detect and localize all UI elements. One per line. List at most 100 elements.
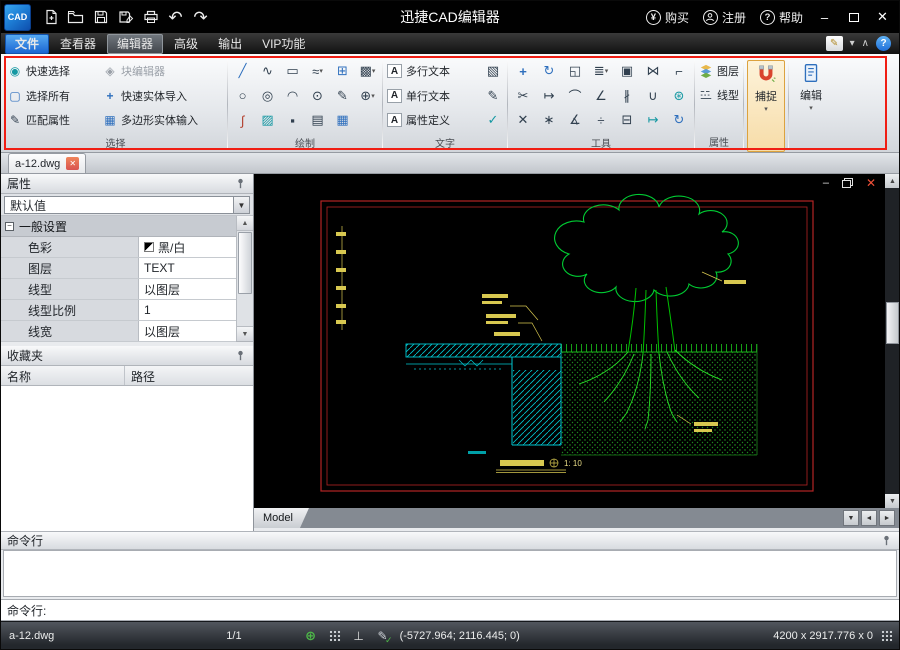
save-button[interactable] xyxy=(88,4,113,30)
grid-toggle-icon[interactable] xyxy=(328,629,342,643)
donut-icon[interactable]: ⊙ xyxy=(306,86,330,106)
sketch-icon[interactable]: ✎ xyxy=(331,86,355,106)
scale-icon[interactable]: ◱ xyxy=(563,61,587,81)
register-button[interactable]: 注册 xyxy=(697,9,752,26)
offset-icon[interactable]: ⌐ xyxy=(667,61,691,81)
menu-editor[interactable]: 编辑器 xyxy=(107,33,164,54)
new-file-button[interactable] xyxy=(38,4,63,30)
favorites-path-column[interactable]: 路径 xyxy=(125,366,253,385)
multiline-icon[interactable]: ▤ xyxy=(306,110,330,130)
table-icon[interactable]: ▦ xyxy=(331,110,355,130)
snap-button[interactable]: 捕捉 ▾ xyxy=(747,60,785,152)
doc-minimize-icon[interactable]: – xyxy=(823,177,829,189)
close-button[interactable]: ✕ xyxy=(869,5,896,29)
extend-icon[interactable]: ↦ xyxy=(537,86,561,106)
scrollbar-thumb[interactable] xyxy=(886,302,899,344)
canvas-vertical-scrollbar[interactable]: ▲ ▼ xyxy=(885,174,899,508)
measure-icon[interactable]: ∡ xyxy=(563,110,587,130)
arc-icon[interactable]: ◠ xyxy=(281,86,305,106)
insert-block-icon[interactable]: ⊞ xyxy=(331,61,355,81)
command-history-area[interactable] xyxy=(3,550,897,597)
layout-list-dropdown-icon[interactable]: ▼ xyxy=(843,510,859,526)
spline-icon[interactable]: ≈ ▾ xyxy=(306,61,330,81)
menu-advanced[interactable]: 高级 xyxy=(165,35,207,53)
pin-icon[interactable] xyxy=(233,177,247,191)
point-icon[interactable]: ▪ xyxy=(281,110,305,130)
explode-icon[interactable]: ∗ xyxy=(537,110,561,130)
property-value[interactable]: 以图层 xyxy=(139,321,236,341)
doc-restore-icon[interactable] xyxy=(841,178,853,188)
property-value[interactable]: 1 xyxy=(139,300,236,320)
favorites-empty-area[interactable] xyxy=(1,386,253,531)
polygon-entity-input-button[interactable]: ▦ 多边形实体输入 xyxy=(101,110,225,130)
property-grid-scrollbar[interactable]: ▲ ▼ xyxy=(236,216,253,341)
maximize-button[interactable] xyxy=(840,5,867,29)
more-draw-icon[interactable]: ⊕ ▾ xyxy=(356,86,380,106)
scroll-down-icon[interactable]: ▼ xyxy=(885,494,899,508)
break-icon[interactable]: ∦ xyxy=(615,86,639,106)
property-section-header[interactable]: − 一般设置 xyxy=(1,216,236,237)
menu-vip[interactable]: VIP功能 xyxy=(253,35,314,53)
property-value[interactable]: TEXT xyxy=(139,258,236,278)
print-button[interactable] xyxy=(138,4,163,30)
collapse-ribbon-icon[interactable]: ∧ xyxy=(862,38,869,49)
array-icon[interactable]: ≣ ▾ xyxy=(589,61,613,81)
hatch-pattern-icon[interactable]: ▩ ▾ xyxy=(356,61,380,81)
ungroup-icon[interactable]: ⊟ xyxy=(615,110,639,130)
revision-cloud-icon[interactable]: ∫ xyxy=(231,110,255,130)
preset-combobox[interactable]: 默认值 ▼ xyxy=(4,196,250,214)
update-icon[interactable]: ↻ xyxy=(667,110,691,130)
save-as-button[interactable] xyxy=(113,4,138,30)
rectangle-icon[interactable]: ▭ xyxy=(281,61,305,81)
property-value[interactable]: 黑/白 xyxy=(139,237,236,257)
favorites-name-column[interactable]: 名称 xyxy=(1,366,125,385)
menu-viewer[interactable]: 查看器 xyxy=(51,35,105,53)
menu-file[interactable]: 文件 xyxy=(5,33,50,54)
align-icon[interactable]: ↦ xyxy=(641,110,665,130)
scroll-right-icon[interactable]: ► xyxy=(879,510,895,526)
help-button[interactable]: ? 帮助 xyxy=(754,9,809,26)
fillet-icon[interactable]: ⌒ xyxy=(563,86,587,106)
linetype-button[interactable]: 线型 xyxy=(697,85,741,105)
scroll-up-icon[interactable]: ▲ xyxy=(237,216,253,231)
redo-button[interactable]: ↷ xyxy=(188,4,213,30)
edit-button[interactable]: 编辑 ▾ xyxy=(792,60,830,152)
join-icon[interactable]: ∪ xyxy=(641,86,665,106)
rotate-icon[interactable]: ↻ xyxy=(537,61,561,81)
erase-icon[interactable]: ✕ xyxy=(511,110,535,130)
collapse-icon[interactable]: − xyxy=(5,221,14,231)
menu-output[interactable]: 输出 xyxy=(209,35,251,53)
copy-icon[interactable]: ▣ xyxy=(615,61,639,81)
group-icon[interactable]: ⊛ xyxy=(667,86,691,106)
scroll-left-icon[interactable]: ◄ xyxy=(861,510,877,526)
quick-help-icon[interactable]: ? xyxy=(876,36,891,51)
block-editor-button[interactable]: ◈ 块编辑器 xyxy=(101,61,225,81)
doc-close-icon[interactable]: ✕ xyxy=(866,177,876,189)
polyline-icon[interactable]: ∿ xyxy=(256,61,280,81)
hatch-icon[interactable]: ▨ xyxy=(256,110,280,130)
scroll-up-icon[interactable]: ▲ xyxy=(885,174,899,188)
resize-grip-icon[interactable] xyxy=(881,629,893,642)
spell-check-icon[interactable]: ✓ xyxy=(481,110,505,130)
model-tab[interactable]: Model xyxy=(254,508,309,528)
divide-icon[interactable]: ÷ xyxy=(589,110,613,130)
edit-text-icon[interactable]: ✎ xyxy=(481,86,505,106)
undo-button[interactable]: ↶ xyxy=(163,4,188,30)
quick-select-button[interactable]: ◉ 快速选择 xyxy=(6,61,101,81)
document-tab[interactable]: a-12.dwg ✕ xyxy=(8,153,87,173)
command-input-row[interactable]: 命令行: xyxy=(1,599,899,621)
move-icon[interactable]: + xyxy=(511,61,535,81)
layer-button[interactable]: 图层 xyxy=(697,61,741,81)
annotate-icon[interactable]: ✎ xyxy=(825,36,843,51)
draft-mode-icon[interactable]: ✎ ✓ xyxy=(376,629,393,645)
match-properties-button[interactable]: ✎ 匹配属性 xyxy=(6,110,101,130)
minimize-button[interactable]: – xyxy=(811,5,838,29)
dropdown-icon[interactable]: ▾ xyxy=(850,38,855,49)
scrollbar-thumb[interactable] xyxy=(238,232,252,294)
scroll-down-icon[interactable]: ▼ xyxy=(237,326,253,341)
multiline-text-button[interactable]: A 多行文本 xyxy=(385,61,481,81)
quick-entity-import-button[interactable]: + 快速实体导入 xyxy=(101,86,225,106)
pin-icon[interactable] xyxy=(233,349,247,363)
chamfer-icon[interactable]: ∠ xyxy=(589,86,613,106)
property-value[interactable]: 以图层 xyxy=(139,279,236,299)
